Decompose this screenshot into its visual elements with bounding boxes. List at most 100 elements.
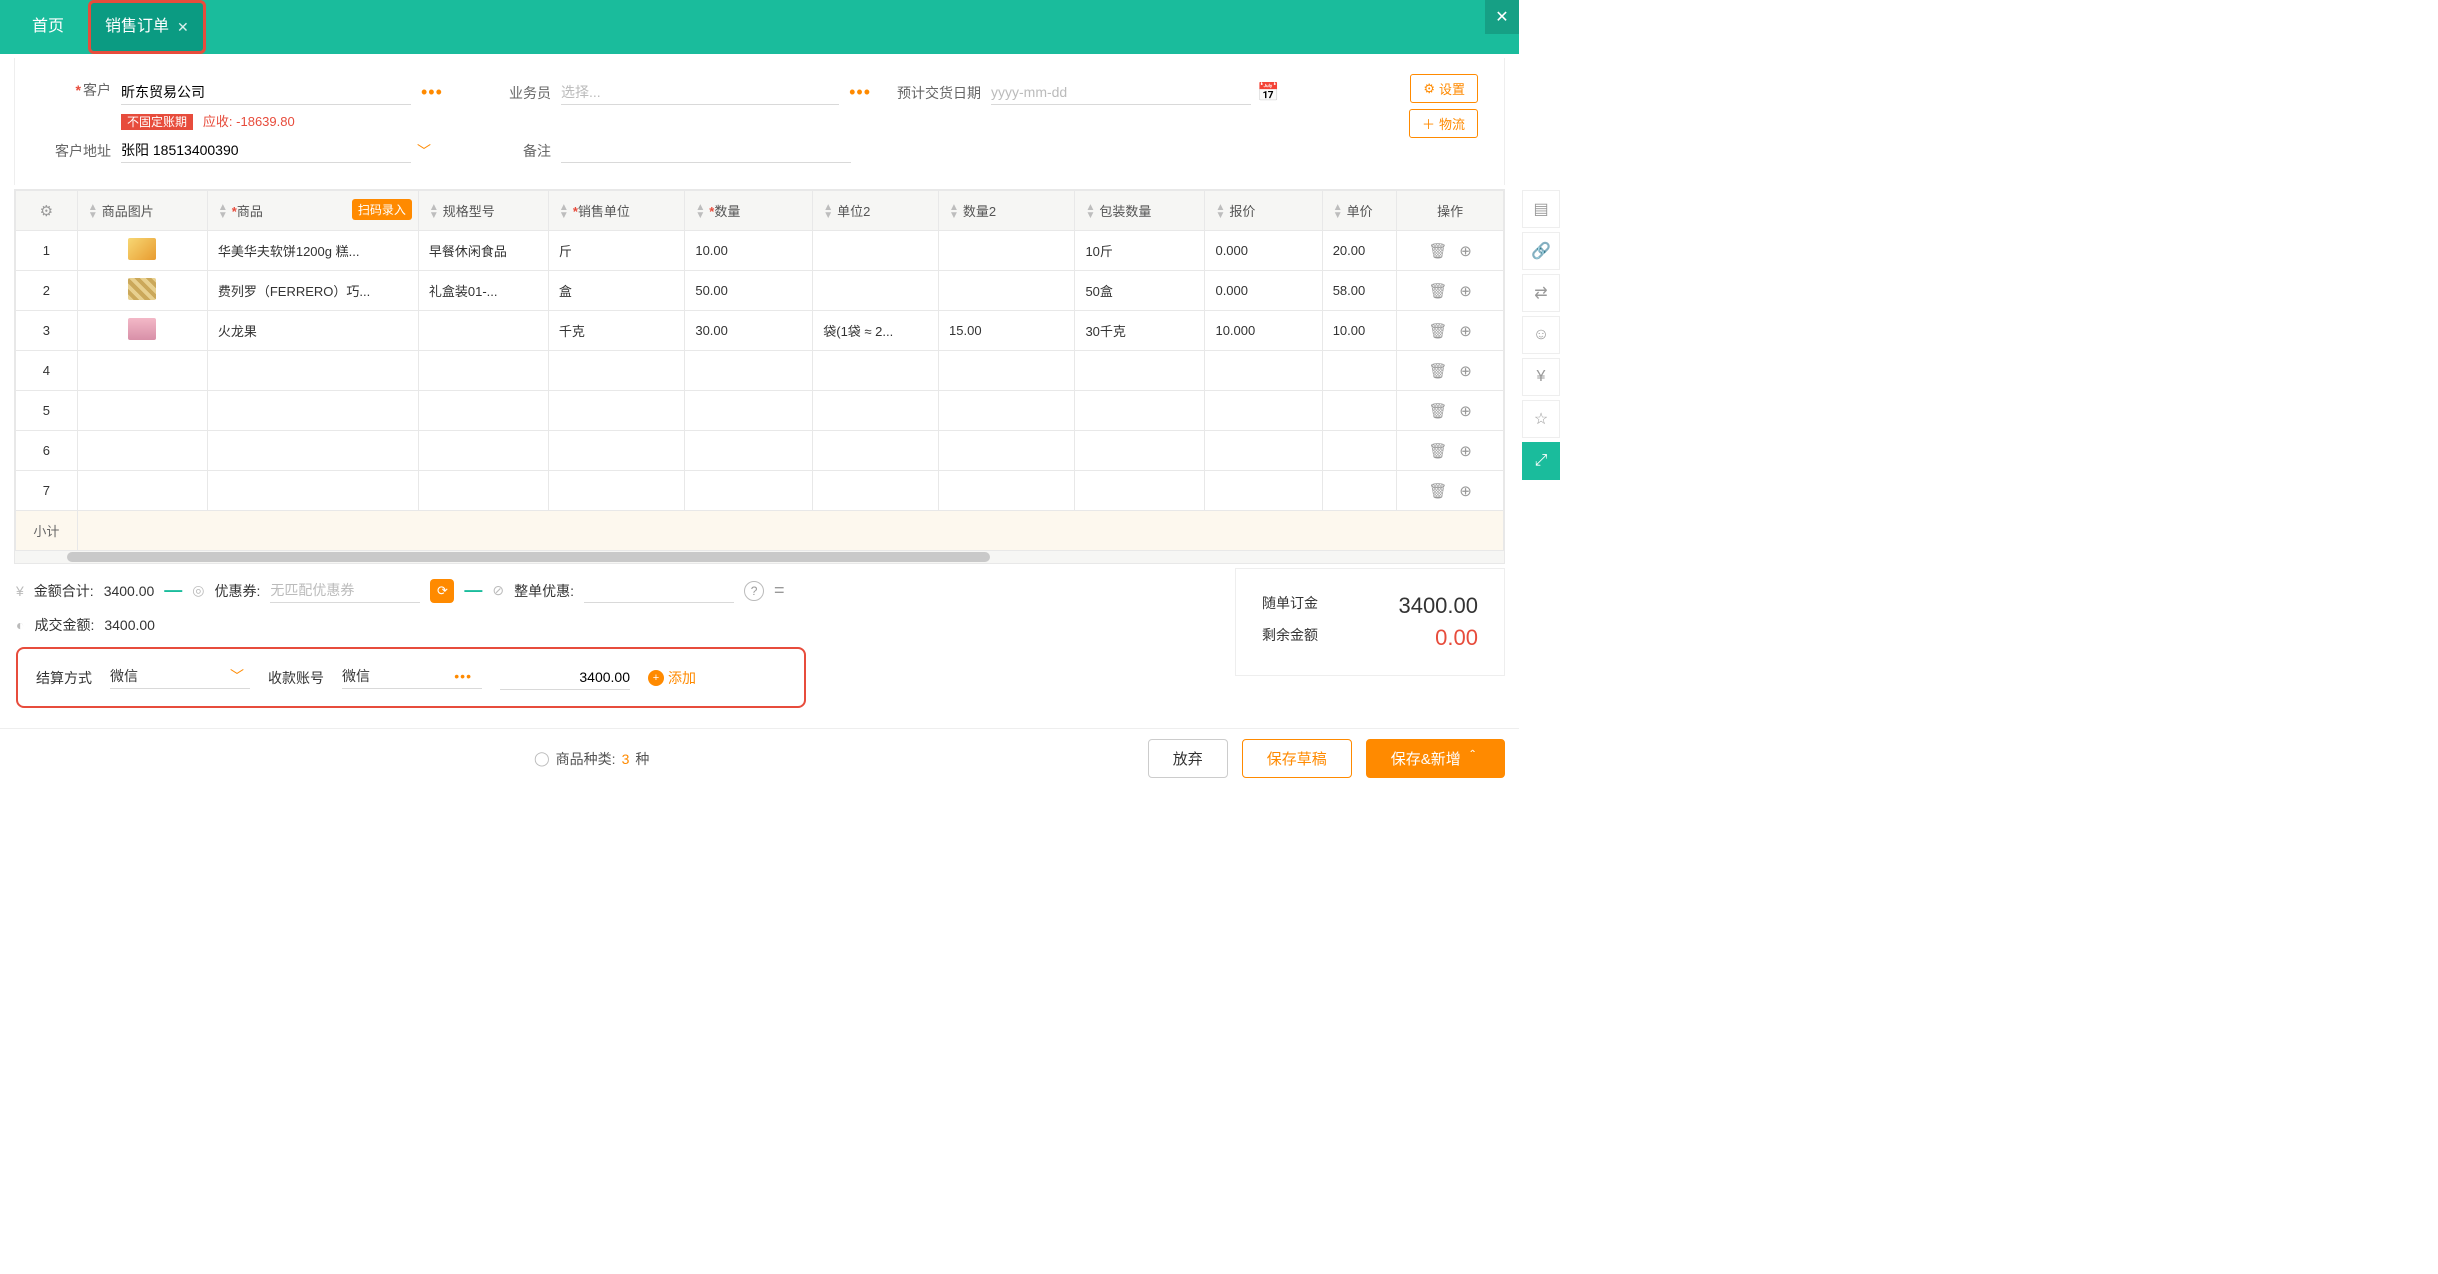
row-qty[interactable] (685, 431, 813, 471)
panel-close-icon[interactable]: ✕ (1485, 0, 1519, 34)
delete-icon[interactable]: 🗑 (1425, 443, 1452, 460)
delete-icon[interactable]: 🗑 (1425, 243, 1452, 260)
row-quote[interactable] (1205, 471, 1322, 511)
col-quote[interactable]: 报价 (1205, 191, 1322, 231)
row-pack[interactable] (1075, 431, 1205, 471)
save-new-button[interactable]: 保存&新增 ＾ (1366, 739, 1505, 778)
row-product[interactable] (207, 471, 418, 511)
row-qty[interactable] (685, 351, 813, 391)
rail-sync-icon[interactable]: ⇄ (1522, 274, 1560, 312)
pay-method-select[interactable]: 微信﹀ (110, 666, 250, 689)
row-pack[interactable] (1075, 391, 1205, 431)
memo-input[interactable] (561, 138, 851, 163)
close-icon[interactable]: ✕ (177, 0, 189, 54)
col-unit2[interactable]: 单位2 (813, 191, 939, 231)
refresh-icon[interactable]: ⟳ (430, 579, 454, 603)
add-row-icon[interactable]: ⊕ (1455, 243, 1476, 260)
delete-icon[interactable]: 🗑 (1425, 403, 1452, 420)
row-unit2[interactable] (813, 271, 939, 311)
row-quote[interactable] (1205, 391, 1322, 431)
col-product-image[interactable]: 商品图片 (77, 191, 207, 231)
row-spec[interactable] (418, 351, 548, 391)
coupon-input[interactable] (270, 578, 420, 603)
save-draft-button[interactable]: 保存草稿 (1242, 739, 1352, 778)
more-icon[interactable]: ••• (411, 82, 453, 103)
row-price[interactable]: 58.00 (1322, 271, 1397, 311)
address-input[interactable] (121, 138, 411, 163)
salesperson-input[interactable] (561, 80, 839, 105)
calendar-icon[interactable]: 📅 (1251, 82, 1285, 103)
row-qty[interactable]: 10.00 (685, 231, 813, 271)
pay-amount-input[interactable] (500, 665, 630, 690)
pay-account-select[interactable]: 微信••• (342, 666, 482, 689)
row-spec[interactable] (418, 311, 548, 351)
row-unit[interactable] (548, 471, 684, 511)
add-row-icon[interactable]: ⊕ (1455, 443, 1476, 460)
scan-input-button[interactable]: 扫码录入 (352, 199, 412, 220)
row-spec[interactable] (418, 391, 548, 431)
rail-money-icon[interactable]: ¥ (1522, 358, 1560, 396)
row-unit[interactable]: 斤 (548, 231, 684, 271)
col-product[interactable]: *商品扫码录入 (207, 191, 418, 231)
row-qty[interactable] (685, 391, 813, 431)
chevron-down-icon[interactable]: ﹀ (411, 141, 437, 161)
row-qty2[interactable] (939, 231, 1075, 271)
logistics-button[interactable]: ＋物流 (1409, 109, 1478, 138)
row-product[interactable]: 费列罗（FERRERO）巧... (207, 271, 418, 311)
table-row[interactable]: 5🗑 ⊕ (16, 391, 1504, 431)
rail-notes-icon[interactable]: ▤ (1522, 190, 1560, 228)
row-unit2[interactable] (813, 431, 939, 471)
delete-icon[interactable]: 🗑 (1425, 483, 1452, 500)
row-product[interactable] (207, 391, 418, 431)
row-unit[interactable]: 盒 (548, 271, 684, 311)
add-row-icon[interactable]: ⊕ (1455, 283, 1476, 300)
row-qty[interactable]: 50.00 (685, 271, 813, 311)
row-unit[interactable]: 千克 (548, 311, 684, 351)
row-price[interactable]: 20.00 (1322, 231, 1397, 271)
row-qty[interactable] (685, 471, 813, 511)
row-price[interactable] (1322, 471, 1397, 511)
row-qty2[interactable] (939, 431, 1075, 471)
help-icon[interactable]: ? (744, 581, 764, 601)
add-row-icon[interactable]: ⊕ (1455, 403, 1476, 420)
row-unit2[interactable]: 袋(1袋 ≈ 2... (813, 311, 939, 351)
row-quote[interactable]: 0.000 (1205, 271, 1322, 311)
row-price[interactable] (1322, 431, 1397, 471)
row-unit2[interactable] (813, 351, 939, 391)
row-product[interactable] (207, 431, 418, 471)
settings-button[interactable]: ⚙设置 (1410, 74, 1478, 103)
cancel-button[interactable]: 放弃 (1148, 739, 1228, 778)
tab-sales-order[interactable]: 销售订单 ✕ (88, 0, 206, 54)
settings-column-icon[interactable]: ⚙ (16, 191, 78, 231)
row-unit[interactable] (548, 391, 684, 431)
delete-icon[interactable]: 🗑 (1425, 283, 1452, 300)
row-qty2[interactable]: 15.00 (939, 311, 1075, 351)
customer-input[interactable] (121, 80, 411, 105)
row-product[interactable]: 华美华夫软饼1200g 糕... (207, 231, 418, 271)
table-row[interactable]: 6🗑 ⊕ (16, 431, 1504, 471)
order-discount-input[interactable] (584, 578, 734, 603)
row-pack[interactable] (1075, 351, 1205, 391)
row-pack[interactable]: 10斤 (1075, 231, 1205, 271)
rail-expand-icon[interactable]: ⤢ (1522, 442, 1560, 480)
col-price[interactable]: 单价 (1322, 191, 1397, 231)
add-row-icon[interactable]: ⊕ (1455, 323, 1476, 340)
row-unit[interactable] (548, 431, 684, 471)
row-pack[interactable]: 30千克 (1075, 311, 1205, 351)
table-row[interactable]: 1华美华夫软饼1200g 糕...早餐休闲食品斤10.0010斤0.00020.… (16, 231, 1504, 271)
row-qty2[interactable] (939, 391, 1075, 431)
row-unit[interactable] (548, 351, 684, 391)
table-row[interactable]: 4🗑 ⊕ (16, 351, 1504, 391)
row-price[interactable]: 10.00 (1322, 311, 1397, 351)
delete-icon[interactable]: 🗑 (1425, 323, 1452, 340)
table-row[interactable]: 7🗑 ⊕ (16, 471, 1504, 511)
row-unit2[interactable] (813, 231, 939, 271)
row-qty2[interactable] (939, 271, 1075, 311)
col-qty2[interactable]: 数量2 (939, 191, 1075, 231)
col-spec[interactable]: 规格型号 (418, 191, 548, 231)
tab-home[interactable]: 首页 (8, 0, 88, 54)
table-row[interactable]: 3火龙果千克30.00袋(1袋 ≈ 2...15.0030千克10.00010.… (16, 311, 1504, 351)
table-row[interactable]: 2费列罗（FERRERO）巧...礼盒装01-...盒50.0050盒0.000… (16, 271, 1504, 311)
delivery-date-input[interactable] (991, 80, 1251, 105)
row-price[interactable] (1322, 351, 1397, 391)
